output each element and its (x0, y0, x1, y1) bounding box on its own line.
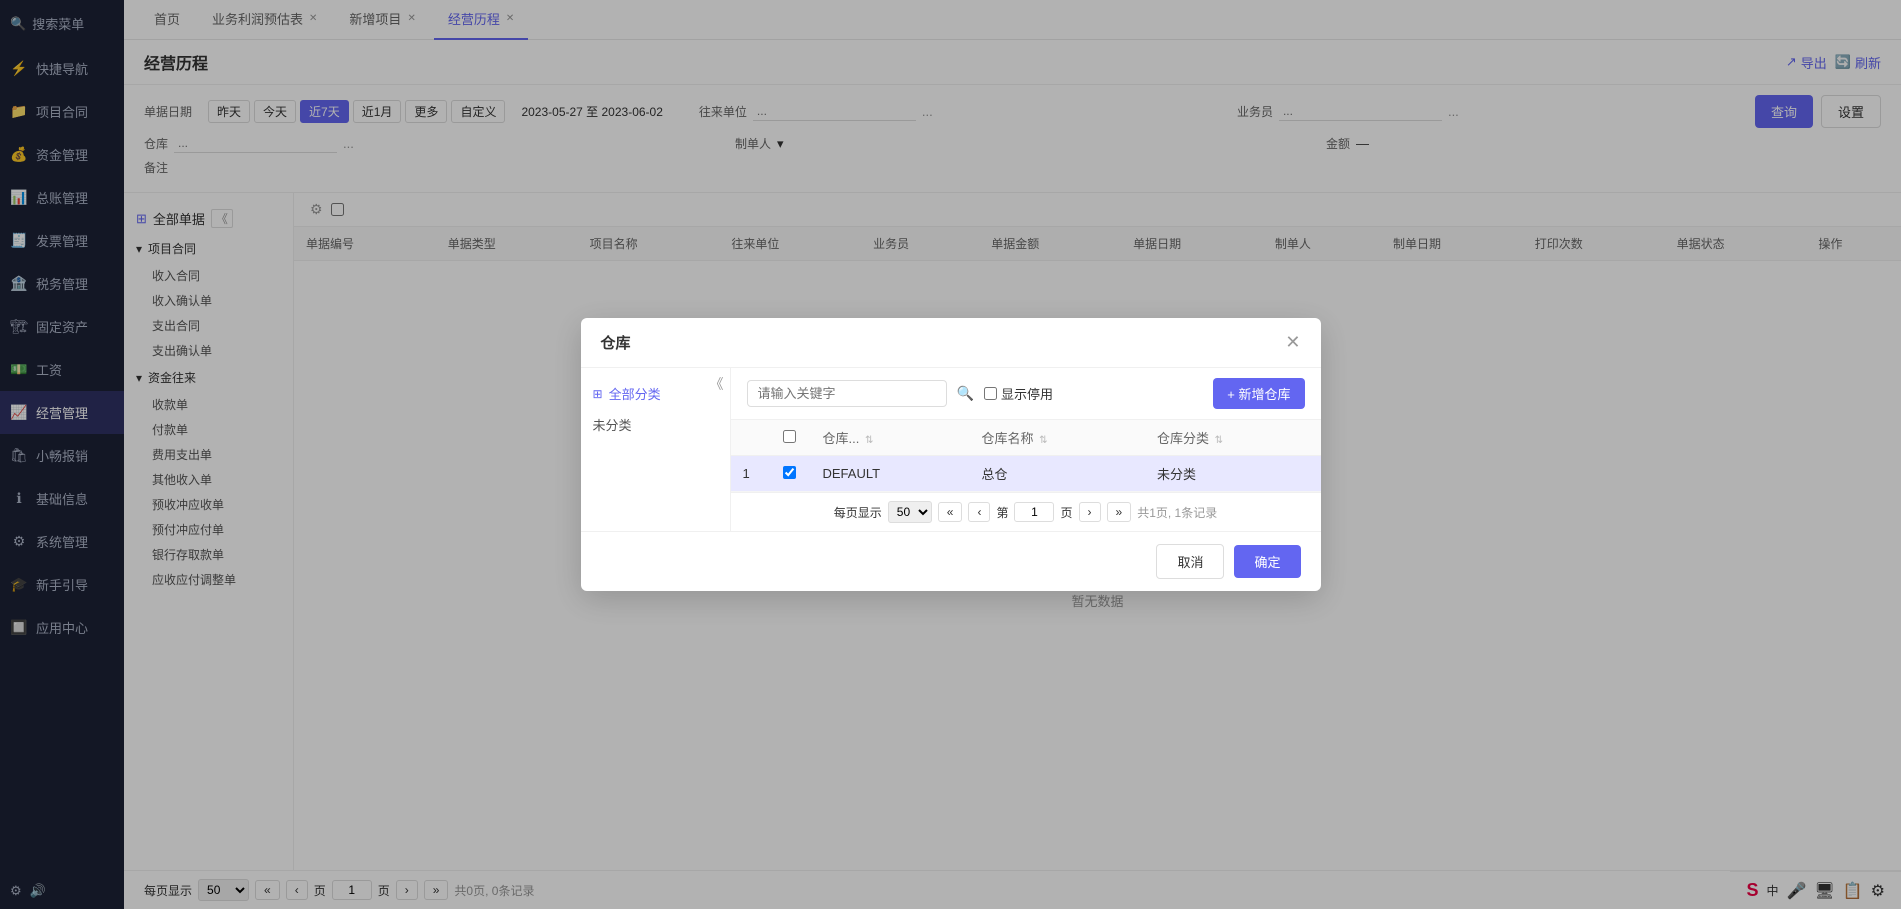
row-category: 未分类 (1145, 456, 1321, 492)
sort-name-icon: ⇅ (1039, 435, 1047, 446)
modal-table-header: 仓库... ⇅ 仓库名称 ⇅ 仓库分类 ⇅ (731, 420, 1321, 456)
confirm-button[interactable]: 确定 (1234, 545, 1300, 578)
modal-overlay[interactable]: 仓库 ✕ ⊞ 全部分类 未分类 《 🔍 (0, 0, 1901, 909)
modal-col-select (771, 420, 811, 456)
modal-last-page[interactable]: » (1107, 502, 1132, 522)
modal-page-size-label: 每页显示 (834, 504, 882, 521)
modal-tree-collapse-btn[interactable]: 《 (710, 374, 724, 394)
modal-page-input[interactable] (1014, 502, 1054, 522)
modal-col-name: 仓库名称 ⇅ (969, 420, 1145, 456)
add-warehouse-button[interactable]: + 新增仓库 (1213, 378, 1304, 409)
modal-tree: ⊞ 全部分类 未分类 《 (581, 368, 731, 531)
modal-prev-page[interactable]: ‹ (968, 502, 990, 522)
modal-total-info: 共1页, 1条记录 (1137, 504, 1217, 521)
modal-search-input[interactable] (747, 380, 947, 407)
modal-title: 仓库 (601, 332, 631, 353)
row-checkbox[interactable] (771, 456, 811, 492)
modal-search-icon[interactable]: 🔍 (957, 385, 974, 402)
row-name: 总仓 (969, 456, 1145, 492)
table-row[interactable]: 1 DEFAULT 总仓 未分类 (731, 456, 1321, 492)
modal-col-category: 仓库分类 ⇅ (1145, 420, 1321, 456)
modal-toolbar: 🔍 显示停用 + 新增仓库 (731, 368, 1321, 420)
modal-tree-grid-icon: ⊞ (593, 387, 603, 401)
modal-close-button[interactable]: ✕ (1285, 332, 1300, 353)
modal-page-size-select[interactable]: 50 (888, 501, 932, 523)
modal-col-code: 仓库... ⇅ (811, 420, 970, 456)
row-code: DEFAULT (811, 456, 970, 492)
modal-footer: 取消 确定 (581, 531, 1321, 591)
modal-table: 仓库... ⇅ 仓库名称 ⇅ 仓库分类 ⇅ (731, 420, 1321, 492)
modal-all-category[interactable]: ⊞ 全部分类 (581, 378, 730, 409)
warehouse-modal: 仓库 ✕ ⊞ 全部分类 未分类 《 🔍 (581, 318, 1321, 591)
modal-body: ⊞ 全部分类 未分类 《 🔍 显示停用 + 新增仓库 (581, 368, 1321, 531)
modal-col-num (731, 420, 771, 456)
cancel-button[interactable]: 取消 (1156, 544, 1224, 579)
modal-header: 仓库 ✕ (581, 318, 1321, 368)
modal-first-page[interactable]: « (938, 502, 963, 522)
sort-code-icon: ⇅ (865, 435, 873, 446)
modal-pagination: 每页显示 50 « ‹ 第 页 › » 共1页, 1条记录 (731, 492, 1321, 531)
modal-page-label-2: 页 (1060, 504, 1072, 521)
modal-table-area: 仓库... ⇅ 仓库名称 ⇅ 仓库分类 ⇅ (731, 420, 1321, 492)
sort-cat-icon: ⇅ (1215, 435, 1223, 446)
modal-page-label: 第 (996, 504, 1008, 521)
modal-content: 🔍 显示停用 + 新增仓库 (731, 368, 1321, 531)
modal-tree-uncategorized[interactable]: 未分类 (581, 409, 730, 440)
modal-select-all[interactable] (783, 430, 796, 443)
modal-show-disabled-checkbox[interactable]: 显示停用 (984, 384, 1053, 403)
row-num: 1 (731, 456, 771, 492)
modal-next-page[interactable]: › (1079, 502, 1101, 522)
